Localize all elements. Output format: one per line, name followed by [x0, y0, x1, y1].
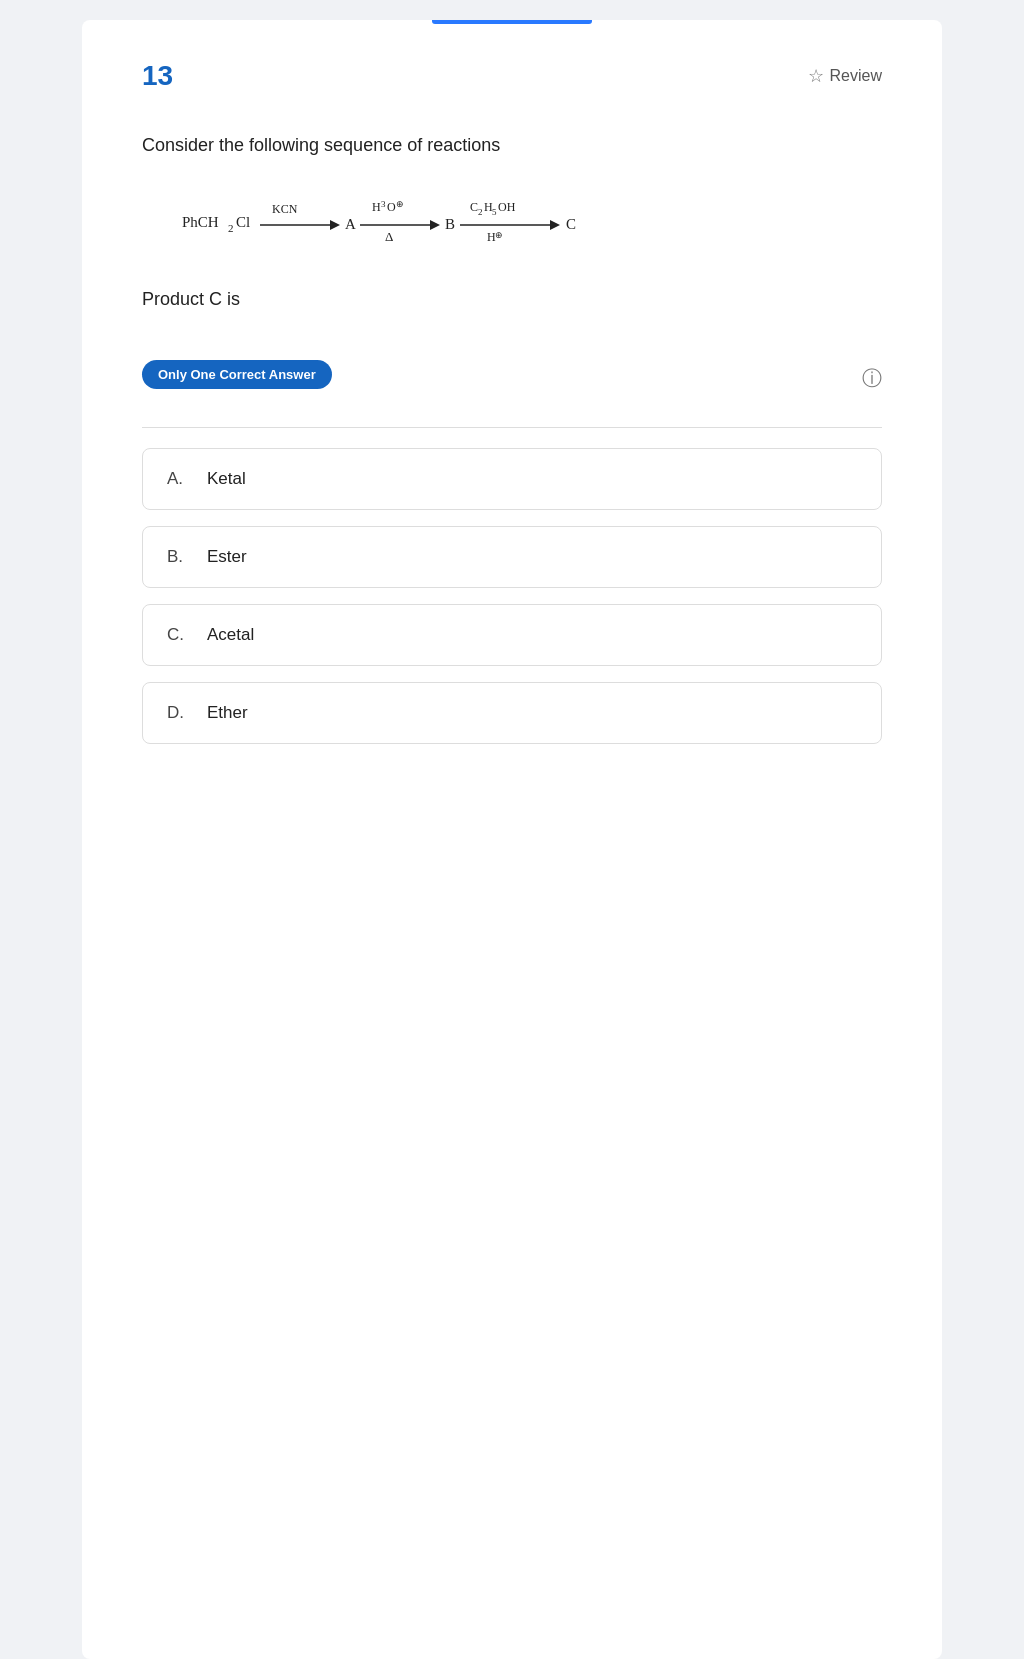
option-b-label: Ester	[207, 547, 247, 567]
svg-text:2: 2	[478, 207, 483, 217]
review-button[interactable]: ☆ Review	[808, 65, 882, 87]
svg-text:B: B	[445, 216, 455, 232]
svg-text:C: C	[470, 200, 478, 214]
review-label: Review	[830, 67, 882, 85]
option-b[interactable]: B. Ester	[142, 526, 882, 588]
svg-text:2: 2	[228, 222, 234, 234]
svg-marker-8	[430, 220, 440, 230]
option-d-label: Ether	[207, 703, 248, 723]
option-b-letter: B.	[167, 547, 187, 567]
svg-text:3: 3	[381, 199, 386, 209]
svg-text:O: O	[387, 200, 396, 214]
option-c-letter: C.	[167, 625, 187, 645]
svg-text:OH: OH	[498, 200, 516, 214]
option-d[interactable]: D. Ether	[142, 682, 882, 744]
svg-text:⊕: ⊕	[495, 230, 503, 240]
svg-text:A: A	[345, 216, 356, 232]
info-icon[interactable]: ⓘ	[862, 365, 882, 392]
options-list: A. Ketal B. Ester C. Acetal D. Ether	[142, 448, 882, 744]
svg-marker-16	[550, 220, 560, 230]
product-text: Product C is	[142, 289, 882, 310]
svg-text:KCN: KCN	[272, 202, 298, 216]
reaction-diagram: PhCH 2 Cl KCN A H 3 O ⊕ Δ B C 2 H	[182, 189, 882, 259]
divider	[142, 427, 882, 428]
answer-type-badge: Only One Correct Answer	[142, 360, 332, 389]
svg-text:Δ: Δ	[385, 229, 393, 244]
svg-marker-4	[330, 220, 340, 230]
question-header: 13 ☆ Review	[142, 60, 882, 92]
option-a[interactable]: A. Ketal	[142, 448, 882, 510]
star-icon: ☆	[808, 65, 824, 87]
svg-text:H: H	[372, 200, 381, 214]
svg-text:5: 5	[492, 207, 497, 217]
question-number: 13	[142, 60, 173, 92]
top-bar-indicator	[432, 20, 592, 24]
option-a-label: Ketal	[207, 469, 246, 489]
option-c-label: Acetal	[207, 625, 254, 645]
option-d-letter: D.	[167, 703, 187, 723]
page-container: 13 ☆ Review Consider the following seque…	[82, 20, 942, 1659]
svg-text:Cl: Cl	[236, 214, 250, 230]
badge-row: Only One Correct Answer ⓘ	[142, 360, 882, 397]
option-c[interactable]: C. Acetal	[142, 604, 882, 666]
svg-text:C: C	[566, 216, 576, 232]
svg-text:PhCH: PhCH	[182, 214, 219, 230]
question-text: Consider the following sequence of react…	[142, 132, 882, 159]
svg-text:⊕: ⊕	[396, 199, 404, 209]
reaction-svg: PhCH 2 Cl KCN A H 3 O ⊕ Δ B C 2 H	[182, 189, 742, 259]
option-a-letter: A.	[167, 469, 187, 489]
